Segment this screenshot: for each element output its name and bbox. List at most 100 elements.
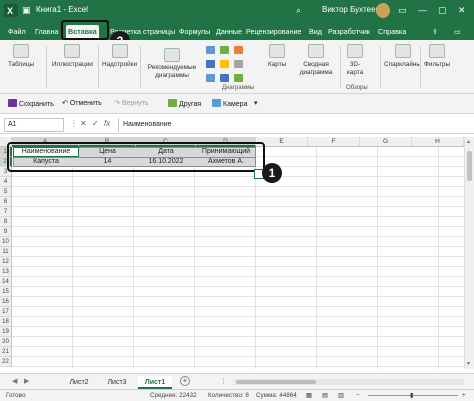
maximize-icon[interactable]: ▢: [438, 4, 447, 16]
status-average: Среднее: 22432: [150, 392, 197, 399]
row-header[interactable]: 22: [0, 357, 12, 367]
sheet-tab-list3[interactable]: Лист3: [100, 376, 134, 389]
vertical-scrollbar[interactable]: ▲ ▼: [464, 137, 474, 369]
avatar[interactable]: [376, 3, 390, 18]
close-icon[interactable]: ✕: [458, 4, 466, 16]
insert-function-icon[interactable]: fx: [104, 119, 110, 128]
row-header[interactable]: 7: [0, 207, 12, 217]
filter-icon: [429, 44, 446, 58]
column-header-h[interactable]: H: [412, 137, 464, 147]
sparklines-icon: [394, 44, 411, 58]
normal-view-icon[interactable]: ▦: [306, 392, 312, 399]
sparklines-button[interactable]: Спарклайны: [384, 44, 421, 69]
statistic-chart-icon[interactable]: [234, 46, 243, 54]
row-header[interactable]: 13: [0, 267, 12, 277]
bar-chart-icon[interactable]: [206, 74, 215, 82]
filters-button[interactable]: Фильтры: [424, 44, 450, 69]
column-header-g[interactable]: G: [360, 137, 412, 147]
tables-button[interactable]: Таблицы: [8, 44, 34, 69]
zoom-in-icon[interactable]: +: [462, 392, 466, 399]
tab-help[interactable]: Справка: [376, 25, 408, 39]
waterfall-chart-icon[interactable]: [234, 60, 243, 68]
ribbon-divider: [140, 46, 141, 88]
row-header[interactable]: 16: [0, 297, 12, 307]
line-chart-icon[interactable]: [206, 60, 215, 68]
tab-home[interactable]: Главна: [33, 25, 60, 39]
page-layout-view-icon[interactable]: ▤: [322, 392, 328, 399]
redo-icon: ↷: [114, 100, 122, 107]
row-header[interactable]: 15: [0, 287, 12, 297]
addins-button[interactable]: Надстройки: [102, 44, 137, 69]
recommended-charts-button[interactable]: Рекомендуемые диаграммы: [146, 48, 198, 80]
tab-data[interactable]: Данные: [214, 25, 244, 39]
share-icon[interactable]: ⇪: [430, 25, 440, 39]
more-sheets-icon[interactable]: ⋮: [220, 377, 227, 385]
tab-file[interactable]: Файл: [6, 25, 28, 39]
other-button[interactable]: Другая: [168, 99, 201, 110]
pie-chart-icon[interactable]: [220, 60, 229, 68]
add-sheet-icon[interactable]: +: [180, 376, 190, 386]
formula-bar: A1 ⋮ ✕ ✓ fx Наименование: [0, 116, 474, 134]
row-header[interactable]: 17: [0, 307, 12, 317]
row-header[interactable]: 19: [0, 327, 12, 337]
camera-button[interactable]: Камера: [212, 99, 247, 110]
combo-chart-icon[interactable]: [234, 74, 243, 82]
scatter-chart-icon[interactable]: [220, 74, 229, 82]
ribbon-divider: [98, 46, 99, 88]
row-header[interactable]: 8: [0, 217, 12, 227]
row-header[interactable]: 10: [0, 237, 12, 247]
row-header[interactable]: 14: [0, 277, 12, 287]
name-box[interactable]: A1: [4, 118, 64, 132]
ribbon-display-icon[interactable]: ▭: [398, 4, 407, 16]
pivot-chart-button[interactable]: Сводная диаграмма: [294, 44, 338, 77]
maps-button[interactable]: Карты: [268, 44, 286, 69]
row-header[interactable]: 12: [0, 257, 12, 267]
column-chart-icon[interactable]: [206, 46, 215, 54]
redo-button[interactable]: ↷ Вернуть: [114, 99, 149, 109]
zoom-out-icon[interactable]: −: [356, 392, 360, 399]
tours-group-label: Обзоры: [346, 85, 368, 91]
map-icon: [269, 44, 286, 58]
row-header[interactable]: 20: [0, 337, 12, 347]
save-icon[interactable]: ▣: [22, 4, 31, 16]
map3d-button[interactable]: 3D-карта: [344, 44, 366, 77]
tab-developer[interactable]: Разработчик: [326, 25, 372, 39]
status-count: Количество: 8: [208, 392, 249, 399]
horizontal-scrollbar[interactable]: [234, 379, 464, 385]
tab-view[interactable]: Вид: [307, 25, 324, 39]
prev-sheet-icon[interactable]: ◀: [12, 377, 17, 385]
enter-icon[interactable]: ✓: [92, 119, 99, 128]
illustrations-button[interactable]: Иллюстрации: [52, 44, 93, 69]
formula-input[interactable]: Наименование: [118, 118, 470, 132]
next-sheet-icon[interactable]: ▶: [24, 377, 29, 385]
customize-qat-icon[interactable]: ▾: [254, 99, 258, 109]
scroll-thumb[interactable]: [467, 151, 472, 181]
page-break-view-icon[interactable]: ▥: [338, 392, 344, 399]
hierarchy-chart-icon[interactable]: [220, 46, 229, 54]
camera-icon: [212, 99, 221, 107]
row-header[interactable]: 4: [0, 177, 12, 187]
scroll-down-icon[interactable]: ▼: [466, 361, 471, 367]
cancel-icon[interactable]: ✕: [80, 119, 87, 128]
sheet-tab-list1[interactable]: Лист1: [138, 376, 172, 389]
comments-icon[interactable]: ▭: [452, 25, 463, 39]
cell-grid[interactable]: [12, 147, 464, 369]
zoom-thumb[interactable]: ▮: [410, 392, 413, 399]
save-button[interactable]: Сохранить: [8, 99, 54, 110]
minimize-icon[interactable]: —: [418, 4, 427, 16]
search-icon[interactable]: ⌕: [296, 4, 301, 16]
undo-button[interactable]: ↶ Отменить: [62, 99, 102, 109]
scroll-up-icon[interactable]: ▲: [466, 139, 471, 145]
scroll-thumb[interactable]: [236, 380, 316, 384]
row-header[interactable]: 9: [0, 227, 12, 237]
row-header[interactable]: 21: [0, 347, 12, 357]
column-header-f[interactable]: F: [308, 137, 360, 147]
row-header[interactable]: 5: [0, 187, 12, 197]
user-name[interactable]: Виктор Бухтеев: [322, 5, 380, 14]
tab-review[interactable]: Рецензирование: [244, 25, 304, 39]
row-header[interactable]: 6: [0, 197, 12, 207]
row-header[interactable]: 18: [0, 317, 12, 327]
row-header[interactable]: 11: [0, 247, 12, 257]
sheet-tab-list2[interactable]: Лист2: [62, 376, 96, 389]
tab-formulas[interactable]: Формулы: [177, 25, 212, 39]
